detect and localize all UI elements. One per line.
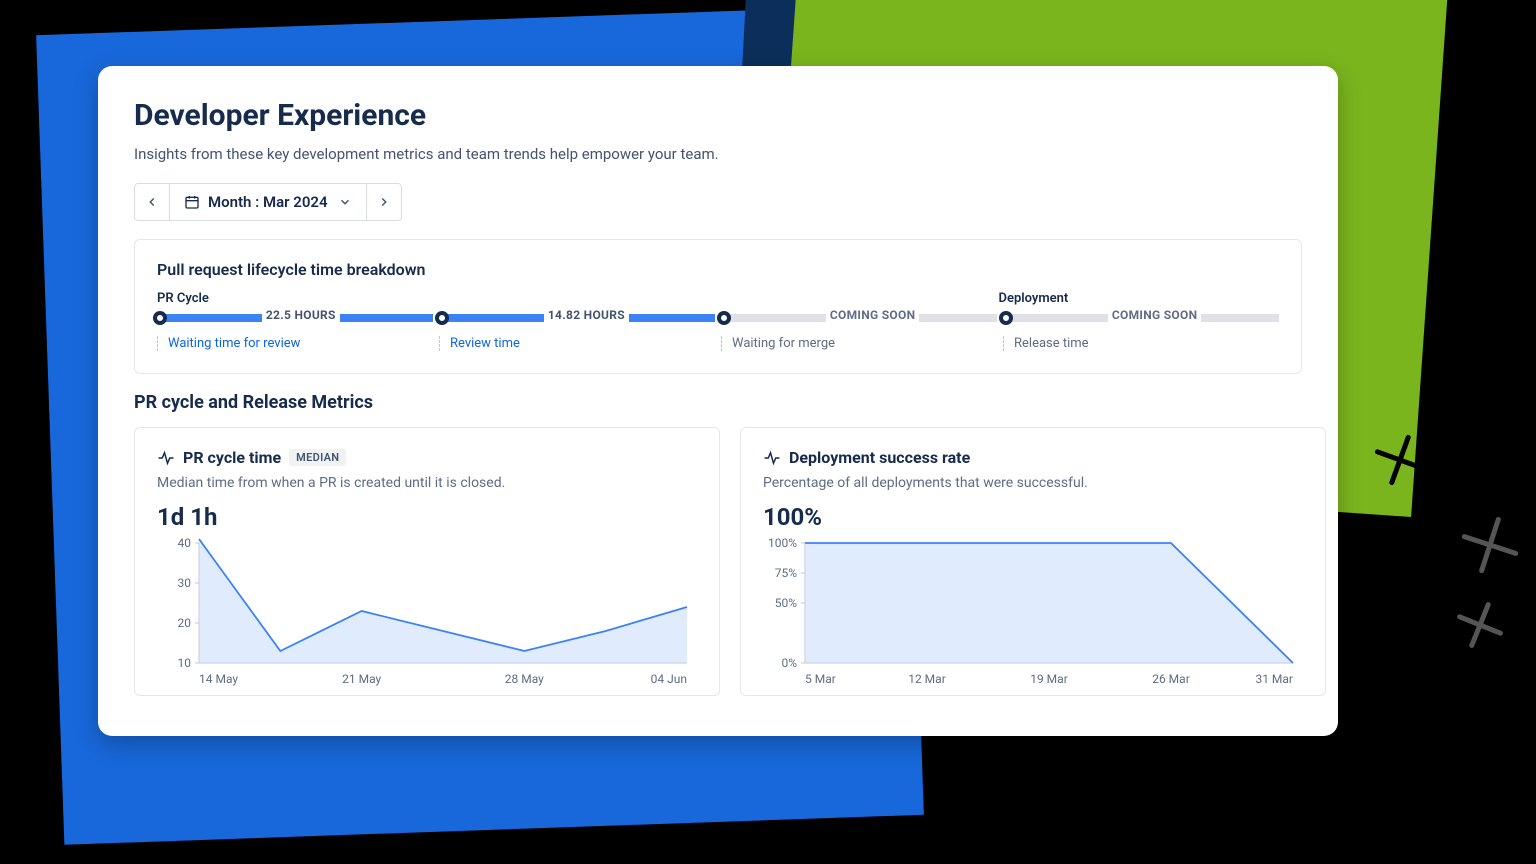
stage-link-review-time[interactable]: Review time: [439, 336, 715, 351]
chart-big-value: 1d 1h: [157, 503, 697, 531]
dashboard-card: Developer Experience Insights from these…: [98, 66, 1338, 736]
chevron-right-icon: [377, 195, 391, 209]
sparkle-icon: [1455, 510, 1525, 580]
pr-cycle-time-card: PR cycle time MEDIAN Median time from wh…: [134, 427, 720, 696]
svg-text:10: 10: [178, 656, 192, 670]
month-select[interactable]: Month : Mar 2024: [169, 184, 366, 220]
group-pr-cycle: PR Cycle: [157, 291, 999, 306]
stage-dot-icon: [717, 311, 731, 325]
stage-label-waiting-merge: Waiting for merge: [721, 336, 997, 351]
stage-value: 22.5 HOURS: [262, 308, 340, 322]
svg-text:12 Mar: 12 Mar: [908, 672, 946, 686]
page-title: Developer Experience: [134, 98, 1302, 133]
deployment-success-card: Deployment success rate Percentage of al…: [740, 427, 1326, 696]
svg-text:31 Mar: 31 Mar: [1255, 672, 1293, 686]
chart-desc: Percentage of all deployments that were …: [763, 475, 1303, 491]
stage-value: COMING SOON: [1108, 308, 1201, 322]
month-label: Month : Mar 2024: [208, 193, 328, 211]
lifecycle-bar: 22.5 HOURS 14.82 HOURS COMING SOON COMIN…: [157, 314, 1279, 322]
page-subtitle: Insights from these key development metr…: [134, 145, 1302, 163]
sparkle-icon: [1450, 595, 1510, 655]
svg-text:30: 30: [178, 576, 192, 590]
svg-text:19 Mar: 19 Mar: [1030, 672, 1068, 686]
stage-value: 14.82 HOURS: [544, 308, 629, 322]
deployment-chart: 0% 50% 75% 100% 5 Mar 12 Mar 19 Mar 26 Mar 31 Ma…: [763, 537, 1303, 687]
chevron-left-icon: [145, 195, 159, 209]
sparkle-icon: [1370, 430, 1430, 490]
stage-value: COMING SOON: [826, 308, 919, 322]
svg-text:20: 20: [178, 616, 192, 630]
stage-link-waiting-review[interactable]: Waiting time for review: [157, 336, 433, 351]
date-navigator: Month : Mar 2024: [134, 183, 402, 221]
prev-month-button[interactable]: [135, 184, 169, 220]
chart-desc: Median time from when a PR is created un…: [157, 475, 697, 491]
lifecycle-panel: Pull request lifecycle time breakdown PR…: [134, 239, 1302, 374]
chevron-down-icon: [338, 195, 352, 209]
svg-text:100%: 100%: [768, 537, 797, 550]
calendar-icon: [184, 194, 200, 210]
group-deployment: Deployment: [999, 291, 1280, 306]
stage-dot-icon: [999, 311, 1013, 325]
next-month-button[interactable]: [366, 184, 401, 220]
svg-text:14 May: 14 May: [199, 672, 238, 686]
svg-text:26 Mar: 26 Mar: [1152, 672, 1190, 686]
svg-text:75%: 75%: [775, 566, 797, 580]
svg-text:28 May: 28 May: [505, 672, 544, 686]
svg-text:50%: 50%: [775, 596, 797, 610]
stage-dot-icon: [435, 311, 449, 325]
svg-text:04 Jun: 04 Jun: [651, 672, 687, 686]
svg-text:40: 40: [178, 537, 192, 550]
median-badge: MEDIAN: [289, 449, 346, 466]
svg-text:21 May: 21 May: [342, 672, 381, 686]
activity-icon: [763, 449, 781, 467]
chart-big-value: 100%: [763, 503, 1303, 531]
svg-text:5 Mar: 5 Mar: [805, 672, 836, 686]
chart-title: PR cycle time: [183, 448, 281, 467]
stage-label-release-time: Release time: [1003, 336, 1279, 351]
pr-cycle-chart: 10 20 30 40 14 May 21 May 28 May 04 Jun: [157, 537, 697, 687]
svg-text:0%: 0%: [781, 656, 797, 670]
metrics-section-title: PR cycle and Release Metrics: [134, 392, 1302, 413]
chart-title: Deployment success rate: [789, 448, 970, 467]
activity-icon: [157, 449, 175, 467]
lifecycle-title: Pull request lifecycle time breakdown: [157, 260, 1279, 279]
stage-dot-icon: [153, 311, 167, 325]
